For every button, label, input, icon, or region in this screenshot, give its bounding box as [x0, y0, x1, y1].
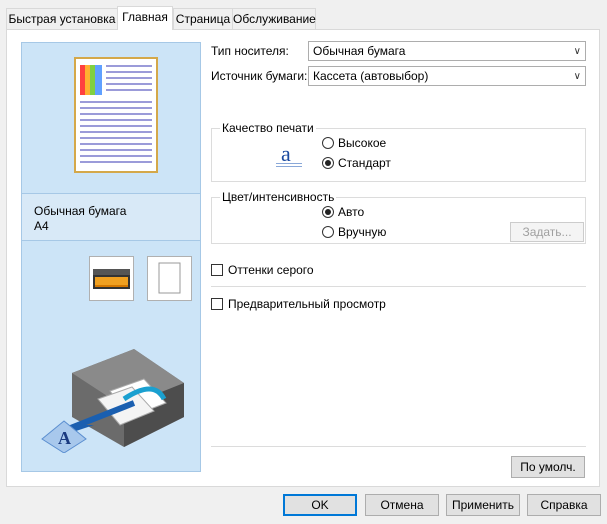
plain-paper-icon: [147, 256, 192, 301]
set-color-button[interactable]: Задать...: [510, 222, 584, 242]
main-tab-panel: Обычная бумага A4 A Тип носителя: Обычна…: [6, 29, 600, 487]
divider: [211, 286, 586, 287]
media-info-box: Обычная бумага A4: [21, 193, 201, 241]
preview-pane: Обычная бумага A4 A: [21, 42, 201, 472]
color-auto-radio[interactable]: [322, 206, 334, 218]
grayscale-checkbox[interactable]: [211, 264, 223, 276]
cassette-icon: [89, 256, 134, 301]
color-manual-label[interactable]: Вручную: [338, 225, 386, 239]
tab-main[interactable]: Главная: [117, 6, 173, 30]
apply-button[interactable]: Применить: [446, 494, 520, 516]
quality-high-radio[interactable]: [322, 137, 334, 149]
grayscale-label[interactable]: Оттенки серого: [228, 263, 314, 277]
quality-standard-radio[interactable]: [322, 157, 334, 169]
print-quality-title: Качество печати: [220, 121, 316, 135]
media-type-value: Обычная бумага: [313, 44, 406, 58]
chevron-down-icon: ∨: [573, 46, 581, 57]
tab-maintenance[interactable]: Обслуживание: [232, 8, 316, 29]
paper-source-value: Кассета (автовыбор): [313, 69, 429, 83]
quality-icon: a: [274, 139, 304, 169]
tab-quick-setup[interactable]: Быстрая установка: [6, 8, 118, 29]
paper-source-label: Источник бумаги:: [211, 69, 308, 83]
tab-page[interactable]: Страница: [173, 8, 233, 29]
quality-high-label[interactable]: Высокое: [338, 136, 386, 150]
color-intensity-title: Цвет/интенсивность: [220, 190, 337, 204]
preview-paper-size: A4: [34, 219, 49, 233]
svg-text:A: A: [58, 428, 71, 448]
media-type-select[interactable]: Обычная бумага ∨: [308, 41, 586, 61]
color-manual-radio[interactable]: [322, 226, 334, 238]
chevron-down-icon: ∨: [573, 71, 581, 82]
preview-checkbox[interactable]: [211, 298, 223, 310]
ok-button[interactable]: OK: [283, 494, 357, 516]
cancel-button[interactable]: Отмена: [365, 494, 439, 516]
preview-label[interactable]: Предварительный просмотр: [228, 297, 386, 311]
print-quality-group: Качество печати a Высокое Стандарт: [211, 121, 586, 182]
color-intensity-group: Цвет/интенсивность Авто Вручную Задать..…: [211, 190, 586, 244]
printer-illustration: A: [41, 349, 184, 453]
paper-preview-icon: [74, 57, 158, 173]
divider: [211, 446, 586, 447]
paper-source-select[interactable]: Кассета (автовыбор) ∨: [308, 66, 586, 86]
media-type-label: Тип носителя:: [211, 44, 289, 58]
help-button[interactable]: Справка: [527, 494, 601, 516]
quality-standard-label[interactable]: Стандарт: [338, 156, 391, 170]
preview-media-type: Обычная бумага: [34, 204, 127, 218]
svg-text:a: a: [281, 141, 291, 166]
defaults-button[interactable]: По умолч.: [511, 456, 585, 478]
color-auto-label[interactable]: Авто: [338, 205, 364, 219]
